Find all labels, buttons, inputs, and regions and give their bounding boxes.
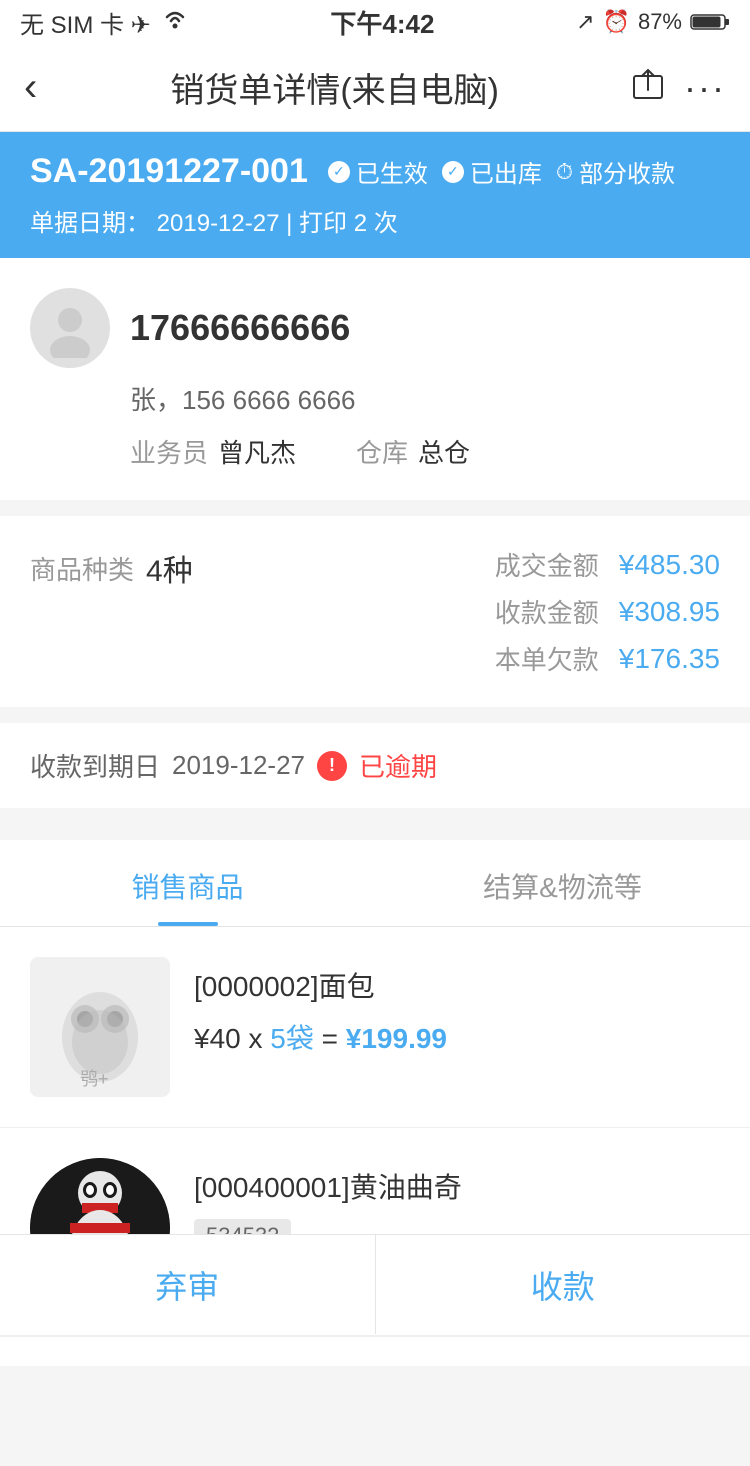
product-name-cookie: [000400001]黄油曲奇 [194, 1166, 720, 1206]
status-partial: ⏱ 部分收款 [556, 154, 675, 189]
alarm-icon: ⏰ [603, 9, 630, 35]
sales-label: 业务员 [130, 433, 208, 470]
nav-right[interactable]: ··· [632, 67, 726, 109]
customer-section: 17666666666 张，156 6666 6666 业务员 曾凡杰 仓库 总… [0, 258, 750, 500]
back-button[interactable]: ‹ [24, 65, 37, 110]
customer-details: 业务员 曾凡杰 仓库 总仓 [30, 433, 720, 470]
collect-payment-button[interactable]: 收款 [376, 1235, 750, 1334]
status-effective: ✓ 已生效 [328, 154, 428, 189]
bottom-action-bar: 弃审 收款 [0, 1234, 750, 1334]
order-header-banner: SA-20191227-001 ✓ 已生效 ✓ 已出库 ⏱ 部分收款 单据日期：… [0, 132, 750, 258]
order-date-info: 单据日期： 2019-12-27 | 打印 2 次 [30, 203, 720, 238]
order-number: SA-20191227-001 [30, 152, 308, 191]
product-image-bread: 鸮+ [30, 957, 170, 1097]
deal-amount-label: 成交金额 [495, 546, 599, 583]
received-amount-label: 收款金额 [495, 593, 599, 630]
due-date-value: 2019-12-27 [172, 750, 305, 781]
product-name-bread: [0000002]面包 [194, 965, 720, 1005]
status-bar: 无 SIM 卡 ✈ 下午4:42 ↗ ⏰ 87% [0, 0, 750, 44]
category-count: 4种 [146, 546, 193, 590]
overdue-text: 已逾期 [359, 747, 437, 784]
sales-name: 曾凡杰 [218, 433, 296, 470]
customer-avatar [30, 288, 110, 368]
customer-phone: 17666666666 [130, 307, 350, 349]
time-display: 下午4:42 [330, 4, 434, 41]
status-left: 无 SIM 卡 ✈ [20, 5, 189, 40]
battery-text: 87% [638, 9, 682, 35]
no-sim-text: 无 SIM 卡 ✈ [20, 5, 151, 40]
battery-icon [690, 12, 730, 32]
status-shipped: ✓ 已出库 [442, 154, 542, 189]
customer-name-phone: 张，156 6666 6666 [30, 380, 720, 417]
warehouse-label: 仓库 [356, 433, 408, 470]
due-date-label: 收款到期日 [30, 747, 160, 784]
share-icon[interactable] [632, 68, 664, 108]
product-price-bread: ¥40 x 5袋 = ¥199.99 [194, 1017, 720, 1057]
summary-section: 商品种类 4种 成交金额 ¥485.30 收款金额 ¥308.95 本单欠款 ¥… [0, 516, 750, 707]
warehouse-name: 总仓 [418, 433, 470, 470]
status-right: ↗ ⏰ 87% [576, 9, 730, 35]
product-item: 鸮+ [0000002]面包 ¥40 x 5袋 = ¥199.99 [0, 927, 750, 1128]
debt-amount-label: 本单欠款 [495, 640, 599, 677]
product-info-bread: [0000002]面包 ¥40 x 5袋 = ¥199.99 [194, 957, 720, 1057]
category-label: 商品种类 [30, 550, 134, 587]
wifi-icon [161, 8, 189, 36]
received-amount-value: ¥308.95 [619, 596, 720, 628]
nav-left[interactable]: ‹ [24, 65, 37, 110]
tab-settlement[interactable]: 结算&物流等 [375, 840, 750, 926]
svg-text:鸮+: 鸮+ [80, 1069, 109, 1089]
tab-sales-products[interactable]: 销售商品 [0, 840, 375, 926]
location-icon: ↗ [576, 9, 594, 35]
cancel-review-button[interactable]: 弃审 [0, 1235, 376, 1334]
debt-amount-value: ¥176.35 [619, 643, 720, 675]
page-title: 销货单详情(来自电脑) [170, 63, 499, 112]
due-date-section: 收款到期日 2019-12-27 ! 已逾期 [0, 723, 750, 808]
overdue-icon: ! [317, 751, 347, 781]
tabs-bar: 销售商品 结算&物流等 [0, 840, 750, 927]
deal-amount-value: ¥485.30 [619, 549, 720, 581]
nav-bar: ‹ 销货单详情(来自电脑) ··· [0, 44, 750, 132]
more-icon[interactable]: ··· [684, 67, 726, 109]
